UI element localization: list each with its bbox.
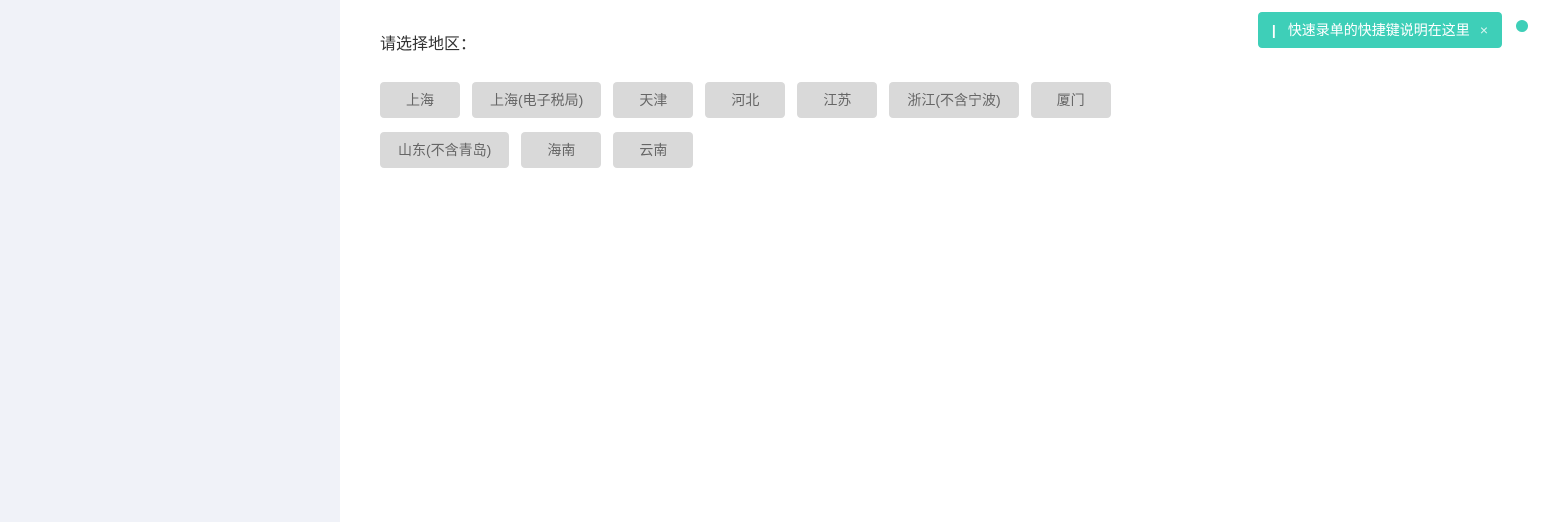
tooltip-close-button[interactable]: × bbox=[1480, 22, 1488, 38]
region-button-zhejiang[interactable]: 浙江(不含宁波) bbox=[889, 82, 1018, 118]
region-button-hebei[interactable]: 河北 bbox=[705, 82, 785, 118]
region-button-yunnan[interactable]: 云南 bbox=[613, 132, 693, 168]
region-button-shanghai-etax[interactable]: 上海(电子税局) bbox=[472, 82, 601, 118]
region-button-hainan[interactable]: 海南 bbox=[521, 132, 601, 168]
region-button-shanghai[interactable]: 上海 bbox=[380, 82, 460, 118]
region-row-2: 山东(不含青岛) 海南云南 bbox=[380, 132, 1522, 168]
tooltip-dot bbox=[1516, 20, 1528, 32]
main-content: 请选择地区： 上海上海(电子税局)天津河北江苏浙江(不含宁波)厦门 山东(不含青… bbox=[340, 0, 1562, 522]
region-button-jiangsu[interactable]: 江苏 bbox=[797, 82, 877, 118]
region-button-xiamen[interactable]: 厦门 bbox=[1031, 82, 1111, 118]
tooltip-text: 快速录单的快捷键说明在这里 bbox=[1288, 20, 1470, 40]
tooltip-banner: 快速录单的快捷键说明在这里 × bbox=[1258, 12, 1502, 48]
region-button-tianjin[interactable]: 天津 bbox=[613, 82, 693, 118]
left-sidebar bbox=[0, 0, 340, 522]
region-button-shandong[interactable]: 山东(不含青岛) bbox=[380, 132, 509, 168]
region-row-1: 上海上海(电子税局) 天津河北江苏浙江(不含宁波) 厦门 bbox=[380, 82, 1522, 118]
